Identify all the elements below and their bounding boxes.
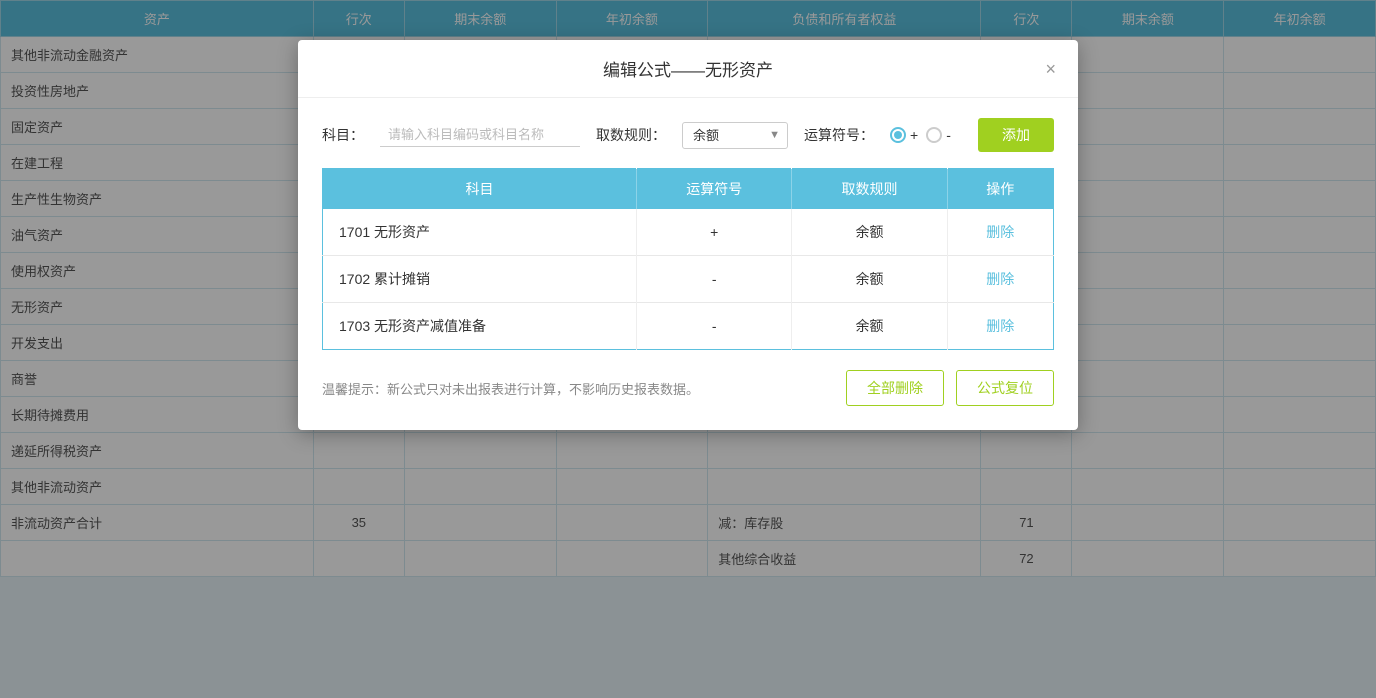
formula-subject: 1702 累计摊销 xyxy=(323,256,637,303)
th-action: 操作 xyxy=(947,169,1053,210)
formula-operator: - xyxy=(637,303,792,350)
delete-button[interactable]: 删除 xyxy=(986,222,1014,242)
formula-action[interactable]: 删除 xyxy=(947,256,1053,303)
footer-buttons: 全部删除 公式复位 xyxy=(846,370,1054,406)
th-operator: 运算符号 xyxy=(637,169,792,210)
modal-header: 编辑公式——无形资产 × xyxy=(298,40,1078,98)
radio-plus-circle xyxy=(890,127,906,143)
modal-overlay: 编辑公式——无形资产 × 科目： 取数规则： 余额借方发生额贷方发生额借方余额贷… xyxy=(0,0,1376,698)
formula-subject: 1701 无形资产 xyxy=(323,209,637,256)
formula-row: 1702 累计摊销 - 余额 删除 xyxy=(323,256,1054,303)
radio-plus[interactable]: + xyxy=(890,127,918,143)
delete-button[interactable]: 删除 xyxy=(986,269,1014,289)
modal-footer: 温馨提示：新公式只对未出报表进行计算，不影响历史报表数据。 全部删除 公式复位 xyxy=(298,350,1078,406)
rule-select[interactable]: 余额借方发生额贷方发生额借方余额贷方余额 xyxy=(682,122,788,149)
rule-select-wrap: 余额借方发生额贷方发生额借方余额贷方余额 ▼ xyxy=(682,122,788,149)
formula-row: 1701 无形资产 + 余额 删除 xyxy=(323,209,1054,256)
formula-table: 科目 运算符号 取数规则 操作 1701 无形资产 + 余额 删除 1702 累… xyxy=(322,168,1054,350)
radio-minus[interactable]: - xyxy=(926,127,951,143)
formula-rule: 余额 xyxy=(792,303,947,350)
formula-operator: - xyxy=(637,256,792,303)
th-rule: 取数规则 xyxy=(792,169,947,210)
modal-close-button[interactable]: × xyxy=(1039,58,1062,80)
formula-row: 1703 无形资产减值准备 - 余额 删除 xyxy=(323,303,1054,350)
formula-rule: 余额 xyxy=(792,209,947,256)
formula-action[interactable]: 删除 xyxy=(947,303,1053,350)
rule-label: 取数规则： xyxy=(596,125,666,145)
modal-title: 编辑公式——无形资产 xyxy=(603,61,773,80)
th-subject: 科目 xyxy=(323,169,637,210)
delete-all-button[interactable]: 全部删除 xyxy=(846,370,944,406)
formula-operator: + xyxy=(637,209,792,256)
radio-minus-label: - xyxy=(946,127,951,143)
formula-subject: 1703 无形资产减值准备 xyxy=(323,303,637,350)
operator-label: 运算符号： xyxy=(804,125,874,145)
tip-text: 温馨提示：新公式只对未出报表进行计算，不影响历史报表数据。 xyxy=(322,379,699,398)
edit-formula-modal: 编辑公式——无形资产 × 科目： 取数规则： 余额借方发生额贷方发生额借方余额贷… xyxy=(298,40,1078,430)
subject-input[interactable] xyxy=(380,123,580,147)
radio-minus-circle xyxy=(926,127,942,143)
formula-rule: 余额 xyxy=(792,256,947,303)
radio-plus-label: + xyxy=(910,127,918,143)
subject-label: 科目： xyxy=(322,125,364,145)
delete-button[interactable]: 删除 xyxy=(986,316,1014,336)
formula-form: 科目： 取数规则： 余额借方发生额贷方发生额借方余额贷方余额 ▼ 运算符号： +… xyxy=(298,98,1078,168)
operator-radio-group: + - xyxy=(890,127,951,143)
add-button[interactable]: 添加 xyxy=(978,118,1054,152)
reset-button[interactable]: 公式复位 xyxy=(956,370,1054,406)
formula-action[interactable]: 删除 xyxy=(947,209,1053,256)
